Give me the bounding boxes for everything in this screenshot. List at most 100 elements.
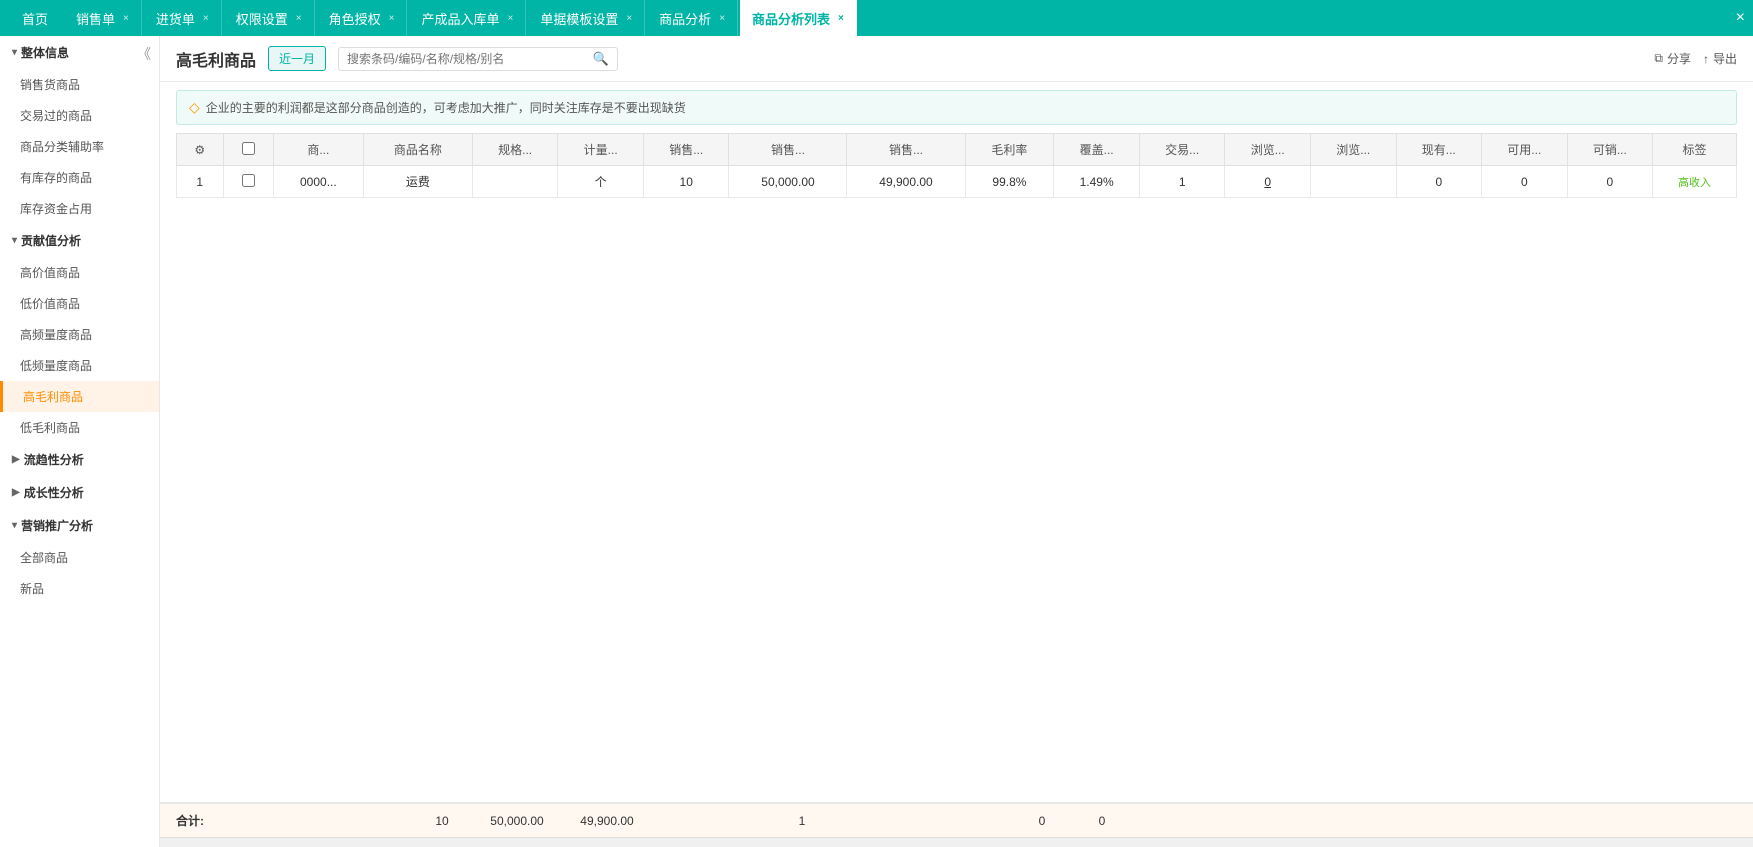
info-banner: ◇ 企业的主要的利润都是这部分商品创造的，可考虑加大推广，同时关注库存是不要出现… (176, 90, 1737, 125)
cell-num: 1 (177, 166, 224, 198)
col-spec[interactable]: 规格... (472, 134, 558, 166)
nav-tab-import-order[interactable]: 进货单 × (144, 0, 222, 36)
cell-spec (472, 166, 558, 198)
arrow-down-icon: ▾ (12, 47, 17, 58)
col-code[interactable]: 商... (273, 134, 363, 166)
close-tab-product-analysis-list[interactable]: × (838, 13, 844, 24)
sidebar-item-sales-goods[interactable]: 销售货商品 (0, 69, 159, 100)
close-tab-sales-order[interactable]: × (123, 13, 129, 24)
sidebar-group-marketing-analysis[interactable]: ▾ 营销推广分析 (0, 509, 159, 542)
footer-current-stock: 0 (1012, 814, 1072, 828)
sidebar-item-high-freq[interactable]: 高频量度商品 (0, 319, 159, 350)
cell-tag: 高收入 (1653, 166, 1737, 198)
col-trade-count[interactable]: 交易... (1139, 134, 1225, 166)
header-actions: ⧉ 分享 ↑ 导出 (1654, 50, 1737, 67)
col-name[interactable]: 商品名称 (363, 134, 472, 166)
cell-code[interactable]: 0000... (273, 166, 363, 198)
cell-saleable-stock: 0 (1567, 166, 1653, 198)
sidebar-item-high-margin[interactable]: 高毛利商品 (0, 381, 159, 412)
footer-trade-count: 1 (772, 814, 832, 828)
cell-sales-qty: 10 (643, 166, 729, 198)
nav-tab-product-analysis-list[interactable]: 商品分析列表 × (740, 0, 857, 36)
sidebar-group-value-analysis[interactable]: ▾ 贡献值分析 (0, 224, 159, 257)
cell-margin-rate: 99.8% (965, 166, 1054, 198)
sidebar-item-inventory-capital[interactable]: 库存资金占用 (0, 193, 159, 224)
col-sales-qty[interactable]: 销售... (643, 134, 729, 166)
col-browse2[interactable]: 浏览... (1310, 134, 1396, 166)
sidebar-item-low-freq[interactable]: 低频量度商品 (0, 350, 159, 381)
search-icon[interactable]: 🔍 (593, 51, 609, 67)
col-tag[interactable]: 标签 (1653, 134, 1737, 166)
close-tab-product-inbound[interactable]: × (507, 13, 513, 24)
sidebar-item-inventory-goods[interactable]: 有库存的商品 (0, 162, 159, 193)
data-table: ⚙ 商... 商品名称 规格... 计量... (176, 133, 1737, 198)
global-close-icon[interactable]: × (1736, 9, 1745, 27)
sidebar-group-trend-analysis[interactable]: ▶ 流趋性分析 (0, 443, 159, 476)
sidebar-item-traded-goods[interactable]: 交易过的商品 (0, 100, 159, 131)
col-available-stock[interactable]: 可用... (1482, 134, 1568, 166)
col-browse1[interactable]: 浏览... (1225, 134, 1311, 166)
bottom-scrollbar[interactable] (160, 837, 1753, 847)
sidebar-item-low-margin[interactable]: 低毛利商品 (0, 412, 159, 443)
nav-tab-template-settings[interactable]: 单据模板设置 × (528, 0, 645, 36)
col-cover-rate[interactable]: 覆盖... (1054, 134, 1140, 166)
cell-browse1[interactable]: 0 (1225, 166, 1311, 198)
sidebar-group-growth-analysis[interactable]: ▶ 成长性分析 (0, 476, 159, 509)
cell-sales-amount: 50,000.00 (729, 166, 847, 198)
close-tab-role-permission[interactable]: × (389, 13, 395, 24)
sidebar-item-low-value[interactable]: 低价值商品 (0, 288, 159, 319)
cell-checkbox[interactable] (223, 166, 273, 198)
cell-current-stock: 0 (1396, 166, 1482, 198)
close-tab-import-order[interactable]: × (203, 13, 209, 24)
footer-available-stock: 0 (1072, 814, 1132, 828)
nav-tab-home[interactable]: 首页 (8, 0, 62, 36)
cell-unit: 个 (558, 166, 644, 198)
col-sales-cost[interactable]: 销售... (847, 134, 965, 166)
footer-sales-amount: 50,000.00 (472, 814, 562, 828)
sidebar-item-high-value[interactable]: 高价值商品 (0, 257, 159, 288)
nav-tab-role-permission[interactable]: 角色授权 × (317, 0, 408, 36)
col-unit[interactable]: 计量... (558, 134, 644, 166)
sidebar-collapse-button[interactable]: 《 (137, 44, 151, 64)
col-current-stock[interactable]: 现有... (1396, 134, 1482, 166)
nav-tab-sales-order[interactable]: 销售单 × (64, 0, 142, 36)
cell-cover-rate: 1.49% (1054, 166, 1140, 198)
sidebar-item-new-goods[interactable]: 新品 (0, 573, 159, 604)
col-checkbox[interactable] (223, 134, 273, 166)
footer-sales-cost: 49,900.00 (562, 814, 652, 828)
share-button[interactable]: ⧉ 分享 (1654, 50, 1691, 67)
select-all-checkbox[interactable] (242, 142, 255, 155)
filter-recent-month-button[interactable]: 近一月 (268, 46, 326, 71)
sidebar-group-overall[interactable]: ▾ 整体信息 (0, 36, 159, 69)
sidebar-item-goods-assist-rate[interactable]: 商品分类辅助率 (0, 131, 159, 162)
nav-tab-permission-settings[interactable]: 权限设置 × (224, 0, 315, 36)
sidebar-item-all-goods[interactable]: 全部商品 (0, 542, 159, 573)
footer-sales-qty: 10 (412, 814, 472, 828)
row-checkbox[interactable] (242, 174, 255, 187)
export-icon: ↑ (1703, 52, 1709, 66)
nav-tab-product-inbound[interactable]: 产成品入库单 × (409, 0, 526, 36)
footer-total-bar: 合计: 10 50,000.00 49,900.00 1 0 0 (160, 802, 1753, 837)
table-container[interactable]: ⚙ 商... 商品名称 规格... 计量... (160, 133, 1753, 802)
col-sales-amount[interactable]: 销售... (729, 134, 847, 166)
close-tab-product-analysis[interactable]: × (719, 13, 725, 24)
close-tab-template-settings[interactable]: × (626, 13, 632, 24)
table-row: 1 0000... 运费 个 10 50,000.00 49,900.00 99… (177, 166, 1737, 198)
info-banner-text: 企业的主要的利润都是这部分商品创造的，可考虑加大推广，同时关注库存是不要出现缺货 (206, 99, 686, 116)
sidebar: 《 ▾ 整体信息 销售货商品 交易过的商品 商品分类辅助率 有库存的商品 库存资… (0, 36, 160, 847)
content-title: 高毛利商品 (176, 47, 256, 71)
col-saleable-stock[interactable]: 可销... (1567, 134, 1653, 166)
cell-name: 运费 (363, 166, 472, 198)
cell-browse2 (1310, 166, 1396, 198)
col-settings[interactable]: ⚙ (177, 134, 224, 166)
col-margin-rate[interactable]: 毛利率 (965, 134, 1054, 166)
nav-tab-product-analysis[interactable]: 商品分析 × (647, 0, 738, 36)
export-button[interactable]: ↑ 导出 (1703, 50, 1737, 67)
close-tab-permission-settings[interactable]: × (296, 13, 302, 24)
cell-sales-cost: 49,900.00 (847, 166, 965, 198)
content-header: 高毛利商品 近一月 🔍 ⧉ 分享 ↑ 导出 (160, 36, 1753, 82)
search-input[interactable] (347, 52, 589, 66)
arrow-down-icon-2: ▾ (12, 235, 17, 246)
cell-available-stock: 0 (1482, 166, 1568, 198)
main-layout: 《 ▾ 整体信息 销售货商品 交易过的商品 商品分类辅助率 有库存的商品 库存资… (0, 36, 1753, 847)
